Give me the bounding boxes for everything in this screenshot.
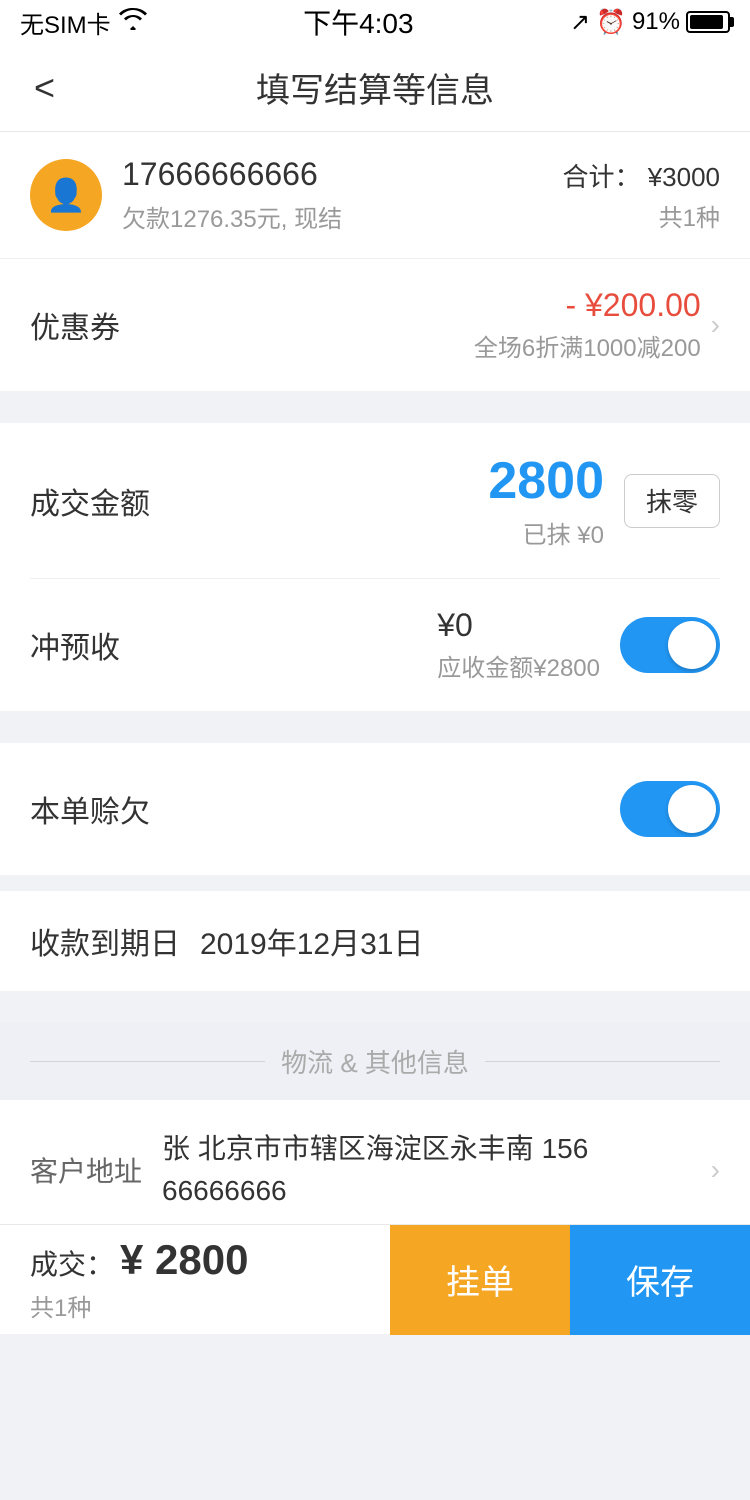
status-right: ↗ ⏰ 91% — [570, 8, 730, 37]
save-button[interactable]: 保存 — [570, 1225, 750, 1335]
coupon-label: 优惠券 — [30, 303, 120, 347]
user-sub-text: 欠款1276.35元, 现结 — [122, 199, 342, 234]
debt-toggle-knob — [668, 785, 716, 833]
address-value: 张 北京市市辖区海淀区永丰南 156 66666666 — [162, 1128, 711, 1212]
alarm-icon: ⏰ — [596, 8, 626, 37]
chevron-right-icon: › — [711, 309, 720, 341]
due-date-label: 收款到期日 — [30, 919, 180, 963]
back-button[interactable]: < — [24, 57, 65, 119]
status-bar: 无SIM卡 下午4:03 ↗ ⏰ 91% — [0, 0, 750, 44]
debt-toggle[interactable] — [620, 781, 720, 837]
debt-label: 本单赊欠 — [30, 787, 150, 831]
location-icon: ↗ — [570, 8, 590, 37]
status-time: 下午4:03 — [303, 2, 414, 42]
deal-amount-right: 2800 已抹 ¥0 抹零 — [488, 451, 720, 550]
deal-amount-value: 2800 — [488, 451, 604, 511]
avatar-icon: 👤 — [46, 176, 86, 214]
advance-sub: 应收金额¥2800 — [437, 648, 600, 683]
battery-percent: 91% — [632, 8, 680, 36]
wifi-icon — [119, 8, 147, 37]
logistics-divider: 物流 & 其他信息 — [0, 1023, 750, 1100]
advance-right: ¥0 应收金额¥2800 — [437, 607, 720, 683]
advance-label: 冲预收 — [30, 623, 120, 667]
address-chevron-icon: › — [711, 1154, 720, 1186]
user-info: 17666666666 欠款1276.35元, 现结 — [122, 156, 342, 234]
coupon-right: - ¥200.00 全场6折满1000减200 › — [474, 287, 720, 363]
due-date-value: 2019年12月31日 — [200, 919, 423, 963]
total-value: ¥3000 — [648, 162, 720, 192]
divider-line-right — [485, 1061, 720, 1062]
toggle-knob — [668, 621, 716, 669]
separator-1 — [0, 407, 750, 423]
page-title: 填写结算等信息 — [256, 63, 494, 112]
avatar: 👤 — [30, 159, 102, 231]
deal-amount-sub: 已抹 ¥0 — [488, 515, 604, 550]
due-date-section: 收款到期日 2019年12月31日 — [0, 891, 750, 991]
deal-amount-row: 成交金额 2800 已抹 ¥0 抹零 — [30, 423, 720, 579]
bottom-amount-value: ¥ 2800 — [120, 1236, 248, 1284]
coupon-row[interactable]: 优惠券 - ¥200.00 全场6折满1000减200 › — [0, 258, 750, 391]
advance-row: 冲预收 ¥0 应收金额¥2800 — [30, 579, 720, 711]
address-label: 客户地址 — [30, 1150, 142, 1190]
advance-value: ¥0 — [437, 607, 600, 644]
total-label: 合计： ¥3000 — [562, 157, 720, 194]
sim-label: 无SIM卡 — [20, 5, 111, 40]
bottom-count: 共1种 — [30, 1288, 360, 1323]
debt-section: 本单赊欠 — [0, 743, 750, 875]
deal-amount-label: 成交金额 — [30, 479, 150, 523]
due-date-row: 收款到期日 2019年12月31日 — [30, 919, 720, 963]
debt-row: 本单赊欠 — [30, 743, 720, 875]
battery-icon — [686, 11, 730, 33]
separator-3 — [0, 1007, 750, 1023]
logistics-divider-text: 物流 & 其他信息 — [281, 1043, 469, 1080]
advance-toggle[interactable] — [620, 617, 720, 673]
coupon-desc: 全场6折满1000减200 — [474, 328, 701, 363]
address-section[interactable]: 客户地址 张 北京市市辖区海淀区永丰南 156 66666666 › — [0, 1100, 750, 1240]
user-total: 合计： ¥3000 共1种 — [562, 157, 720, 233]
status-left: 无SIM卡 — [20, 5, 147, 40]
coupon-value: - ¥200.00 — [474, 287, 701, 324]
amount-section: 成交金额 2800 已抹 ¥0 抹零 冲预收 ¥0 应收金额¥2800 — [0, 423, 750, 711]
divider-line-left — [30, 1061, 265, 1062]
total-sub: 共1种 — [562, 198, 720, 233]
user-coupon-card: 👤 17666666666 欠款1276.35元, 现结 合计： ¥3000 共… — [0, 132, 750, 391]
round-button[interactable]: 抹零 — [624, 474, 720, 528]
bottom-bar: 成交： ¥ 2800 共1种 挂单 保存 — [0, 1224, 750, 1334]
user-phone: 17666666666 — [122, 156, 342, 193]
user-left: 👤 17666666666 欠款1276.35元, 现结 — [30, 156, 342, 234]
separator-2 — [0, 727, 750, 743]
bottom-amount-label: 成交： — [30, 1243, 114, 1283]
user-row: 👤 17666666666 欠款1276.35元, 现结 合计： ¥3000 共… — [0, 132, 750, 258]
bottom-info: 成交： ¥ 2800 共1种 — [0, 1236, 390, 1323]
header: < 填写结算等信息 — [0, 44, 750, 132]
hold-button[interactable]: 挂单 — [390, 1225, 570, 1335]
